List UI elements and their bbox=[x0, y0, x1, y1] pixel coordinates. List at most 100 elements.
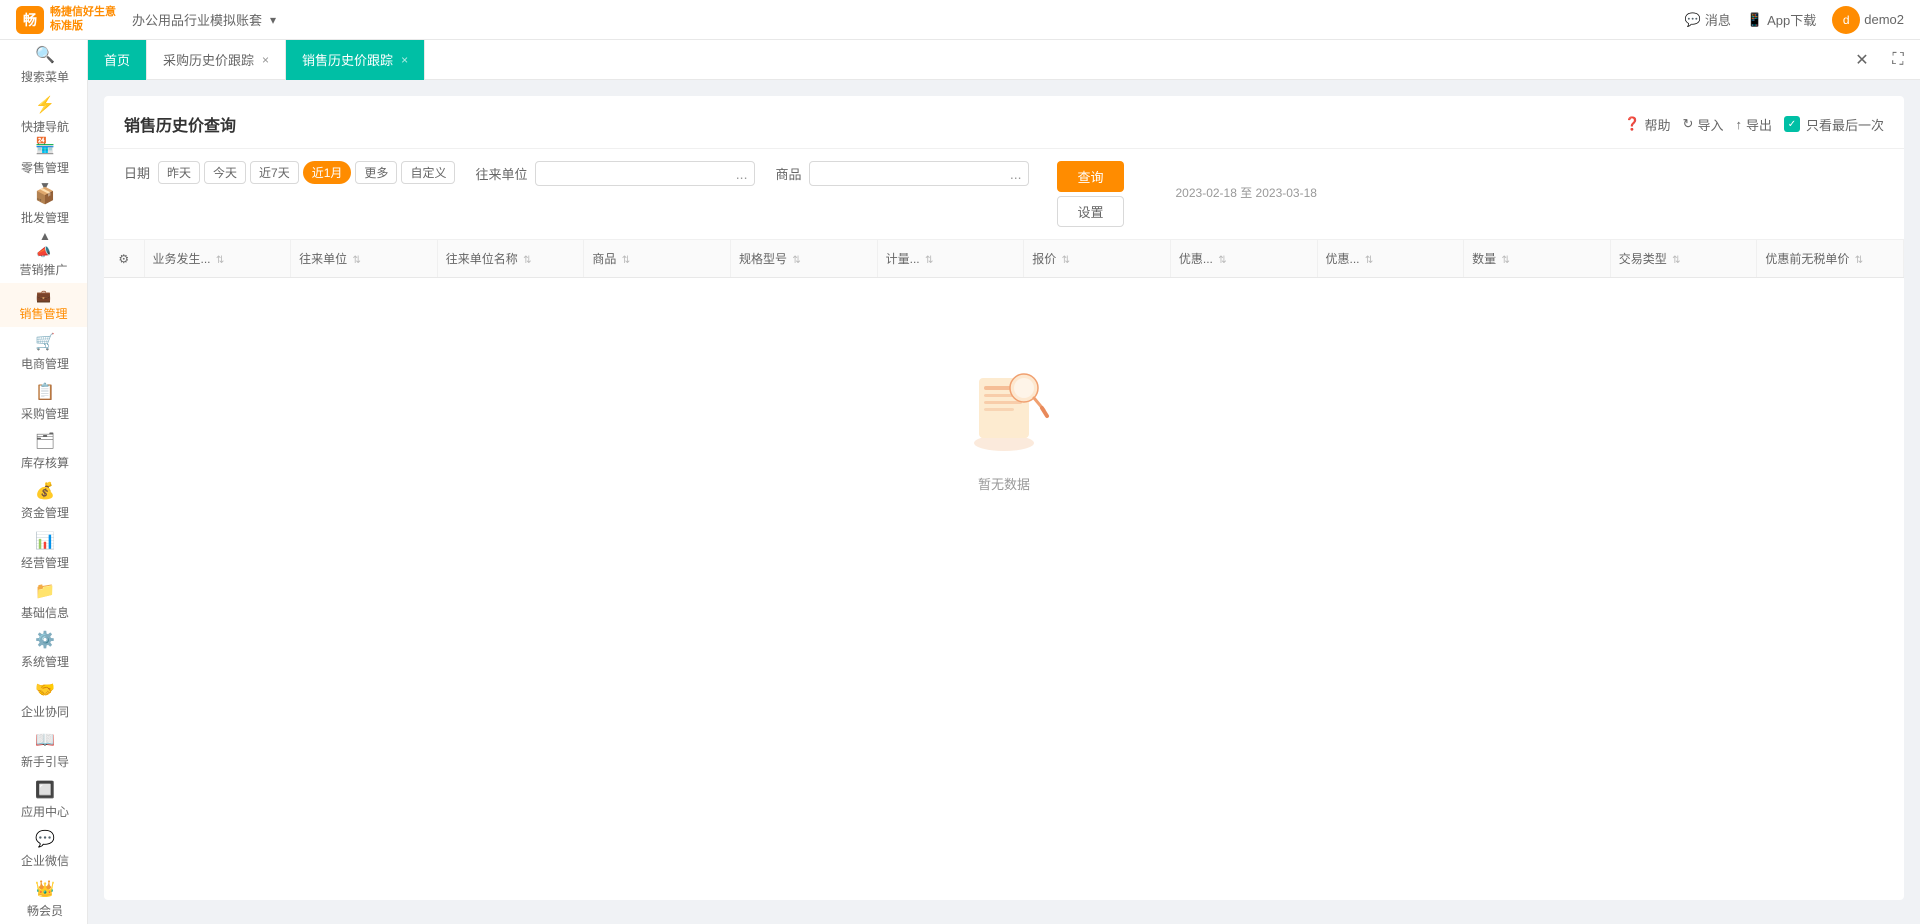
tabs-bar: 首页 采购历史价跟踪 × 销售历史价跟踪 × ✕ ⛶ bbox=[88, 40, 1920, 80]
col-spec[interactable]: 规格型号 ⇅ bbox=[731, 240, 878, 278]
col-business-date[interactable]: 业务发生... ⇅ bbox=[144, 240, 291, 278]
product-input[interactable] bbox=[809, 161, 1029, 186]
marketing-icon: 📣 bbox=[36, 245, 51, 259]
sidebar-item-cooperation[interactable]: 🤝 企业协同 bbox=[0, 675, 87, 725]
date-btn-last7[interactable]: 近7天 bbox=[250, 161, 299, 184]
col-pretax-price-label: 优惠前无税单价 bbox=[1765, 252, 1849, 266]
topbar-dropdown[interactable]: ▾ bbox=[270, 13, 276, 27]
sidebar-item-inventory[interactable]: 🗂 库存核算 bbox=[0, 427, 87, 477]
sidebar-item-ecommerce[interactable]: 🛒 电商管理 bbox=[0, 327, 87, 377]
col-unit[interactable]: 计量... ⇅ bbox=[877, 240, 1024, 278]
sidebar-item-system[interactable]: ⚙️ 系统管理 bbox=[0, 626, 87, 676]
username-label: demo2 bbox=[1864, 12, 1904, 27]
table-settings-icon: ⚙ bbox=[118, 252, 129, 266]
only-last-checkbox[interactable]: ✓ bbox=[1784, 116, 1800, 132]
tab-sales-history-label: 销售历史价跟踪 bbox=[302, 50, 393, 69]
import-icon: ↻ bbox=[1683, 116, 1694, 132]
col-partner-name[interactable]: 往来单位名称 ⇅ bbox=[437, 240, 584, 278]
export-label: 导出 bbox=[1746, 115, 1772, 134]
col-spec-label: 规格型号 bbox=[739, 252, 787, 266]
wholesale-icon: 📦 bbox=[35, 186, 55, 206]
sidebar-item-search[interactable]: 🔍 搜索菜单 bbox=[0, 40, 87, 90]
sidebar-item-marketing[interactable]: 📣 营销推广 bbox=[0, 240, 87, 284]
tab-purchase-history[interactable]: 采购历史价跟踪 × bbox=[147, 40, 286, 80]
tab-home[interactable]: 首页 bbox=[88, 40, 147, 80]
ecommerce-icon: 🛒 bbox=[35, 332, 55, 352]
tab-close-all-btn[interactable]: ✕ bbox=[1848, 46, 1876, 74]
page-card: 销售历史价查询 ❓ 帮助 ↻ 导入 ↑ 导出 bbox=[104, 96, 1904, 900]
col-partner-code[interactable]: 往来单位 ⇅ bbox=[291, 240, 438, 278]
page-content: 销售历史价查询 ❓ 帮助 ↻ 导入 ↑ 导出 bbox=[88, 80, 1920, 924]
col-discount2-label: 优惠... bbox=[1326, 252, 1360, 266]
sort-arrows-discount1: ⇅ bbox=[1218, 255, 1226, 266]
sort-arrows-partner-name: ⇅ bbox=[523, 255, 531, 266]
col-pretax-price[interactable]: 优惠前无税单价 ⇅ bbox=[1757, 240, 1904, 278]
product-input-dots[interactable]: ... bbox=[1010, 166, 1022, 182]
tab-purchase-history-close[interactable]: × bbox=[262, 53, 269, 67]
data-table: ⚙ 业务发生... ⇅ 往来单位 ⇅ bbox=[104, 240, 1904, 278]
import-btn[interactable]: ↻ 导入 bbox=[1683, 115, 1724, 134]
page-header: 销售历史价查询 ❓ 帮助 ↻ 导入 ↑ 导出 bbox=[104, 96, 1904, 149]
sort-arrows-unit: ⇅ bbox=[925, 255, 933, 266]
sidebar-item-finance[interactable]: 💰 资金管理 bbox=[0, 476, 87, 526]
partner-input[interactable] bbox=[535, 161, 755, 186]
sidebar-item-sales[interactable]: 💼 销售管理 bbox=[0, 283, 87, 327]
basic-icon: 📁 bbox=[35, 581, 55, 601]
sidebar-item-wholesale[interactable]: 📦 批发管理 ▲ bbox=[0, 190, 87, 240]
only-last-label: 只看最后一次 bbox=[1806, 115, 1884, 134]
sort-arrows-spec: ⇅ bbox=[792, 255, 800, 266]
sidebar-item-basic[interactable]: 📁 基础信息 bbox=[0, 576, 87, 626]
sidebar-item-operations[interactable]: 📊 经营管理 bbox=[0, 526, 87, 576]
table-settings-col[interactable]: ⚙ bbox=[104, 240, 144, 278]
query-button[interactable]: 查询 bbox=[1057, 161, 1123, 192]
sidebar-item-inventory-label: 库存核算 bbox=[21, 454, 69, 471]
sidebar-item-purchase[interactable]: 📋 采购管理 bbox=[0, 377, 87, 427]
date-btn-yesterday[interactable]: 昨天 bbox=[158, 161, 200, 184]
sidebar-item-wechat[interactable]: 💬 企业微信 bbox=[0, 825, 87, 875]
sidebar-item-shortcut-label: 快捷导航 bbox=[21, 118, 69, 135]
date-btn-last1m[interactable]: 近1月 bbox=[303, 161, 352, 184]
user-avatar[interactable]: d demo2 bbox=[1832, 6, 1904, 34]
sidebar-item-guide-label: 新手引导 bbox=[21, 753, 69, 770]
message-btn[interactable]: 💬 消息 bbox=[1685, 10, 1731, 29]
filter-partner: 往来单位 ... bbox=[475, 161, 755, 186]
sort-arrows-business-date: ⇅ bbox=[216, 255, 224, 266]
topbar-left: 畅 畅捷信好生意 标准版 办公用品行业模拟账套 ▾ bbox=[16, 6, 276, 34]
avatar-icon: d bbox=[1832, 6, 1860, 34]
col-quantity[interactable]: 数量 ⇅ bbox=[1464, 240, 1611, 278]
main-layout: 🔍 搜索菜单 ⚡ 快捷导航 🏪 零售管理 ▼ 📦 批发管理 ▲ 📣 营销推广 💼… bbox=[0, 40, 1920, 924]
help-btn[interactable]: ❓ 帮助 bbox=[1624, 115, 1670, 134]
sidebar-item-retail-label: 零售管理 bbox=[21, 159, 69, 176]
date-btn-custom[interactable]: 自定义 bbox=[401, 161, 455, 184]
date-btn-more[interactable]: 更多 bbox=[355, 161, 397, 184]
sidebar-item-retail[interactable]: 🏪 零售管理 ▼ bbox=[0, 140, 87, 190]
tab-home-label: 首页 bbox=[104, 50, 130, 69]
col-product-label: 商品 bbox=[592, 252, 616, 266]
product-input-wrap: ... bbox=[809, 161, 1029, 186]
page-title: 销售历史价查询 bbox=[124, 112, 236, 136]
col-trade-type[interactable]: 交易类型 ⇅ bbox=[1610, 240, 1757, 278]
sidebar-item-apps[interactable]: 🔲 应用中心 bbox=[0, 775, 87, 825]
date-btn-today[interactable]: 今天 bbox=[204, 161, 246, 184]
sidebar-item-vip[interactable]: 👑 畅会员 bbox=[0, 874, 87, 924]
sidebar-item-shortcut[interactable]: ⚡ 快捷导航 bbox=[0, 90, 87, 140]
sidebar-item-marketing-label: 营销推广 bbox=[19, 261, 67, 278]
sidebar-item-guide[interactable]: 📖 新手引导 bbox=[0, 725, 87, 775]
sidebar-item-system-label: 系统管理 bbox=[21, 653, 69, 670]
sidebar-item-ecommerce-label: 电商管理 bbox=[21, 355, 69, 372]
col-discount1[interactable]: 优惠... ⇅ bbox=[1170, 240, 1317, 278]
col-product[interactable]: 商品 ⇅ bbox=[584, 240, 731, 278]
tab-sales-history[interactable]: 销售历史价跟踪 × bbox=[286, 40, 425, 80]
tab-sales-history-close[interactable]: × bbox=[401, 53, 408, 67]
table-wrap: ⚙ 业务发生... ⇅ 往来单位 ⇅ bbox=[104, 240, 1904, 278]
col-discount2[interactable]: 优惠... ⇅ bbox=[1317, 240, 1464, 278]
tab-maximize-btn[interactable]: ⛶ bbox=[1884, 46, 1912, 74]
app-download-btn[interactable]: 📱 App下载 bbox=[1747, 10, 1816, 29]
partner-input-dots[interactable]: ... bbox=[736, 166, 748, 182]
export-btn[interactable]: ↑ 导出 bbox=[1735, 115, 1772, 134]
partner-input-wrap: ... bbox=[535, 161, 755, 186]
settings-button[interactable]: 设置 bbox=[1057, 196, 1123, 227]
col-price[interactable]: 报价 ⇅ bbox=[1024, 240, 1171, 278]
topbar-right: 💬 消息 📱 App下载 d demo2 bbox=[1685, 6, 1904, 34]
date-buttons: 昨天 今天 近7天 近1月 更多 自定义 bbox=[158, 161, 455, 184]
